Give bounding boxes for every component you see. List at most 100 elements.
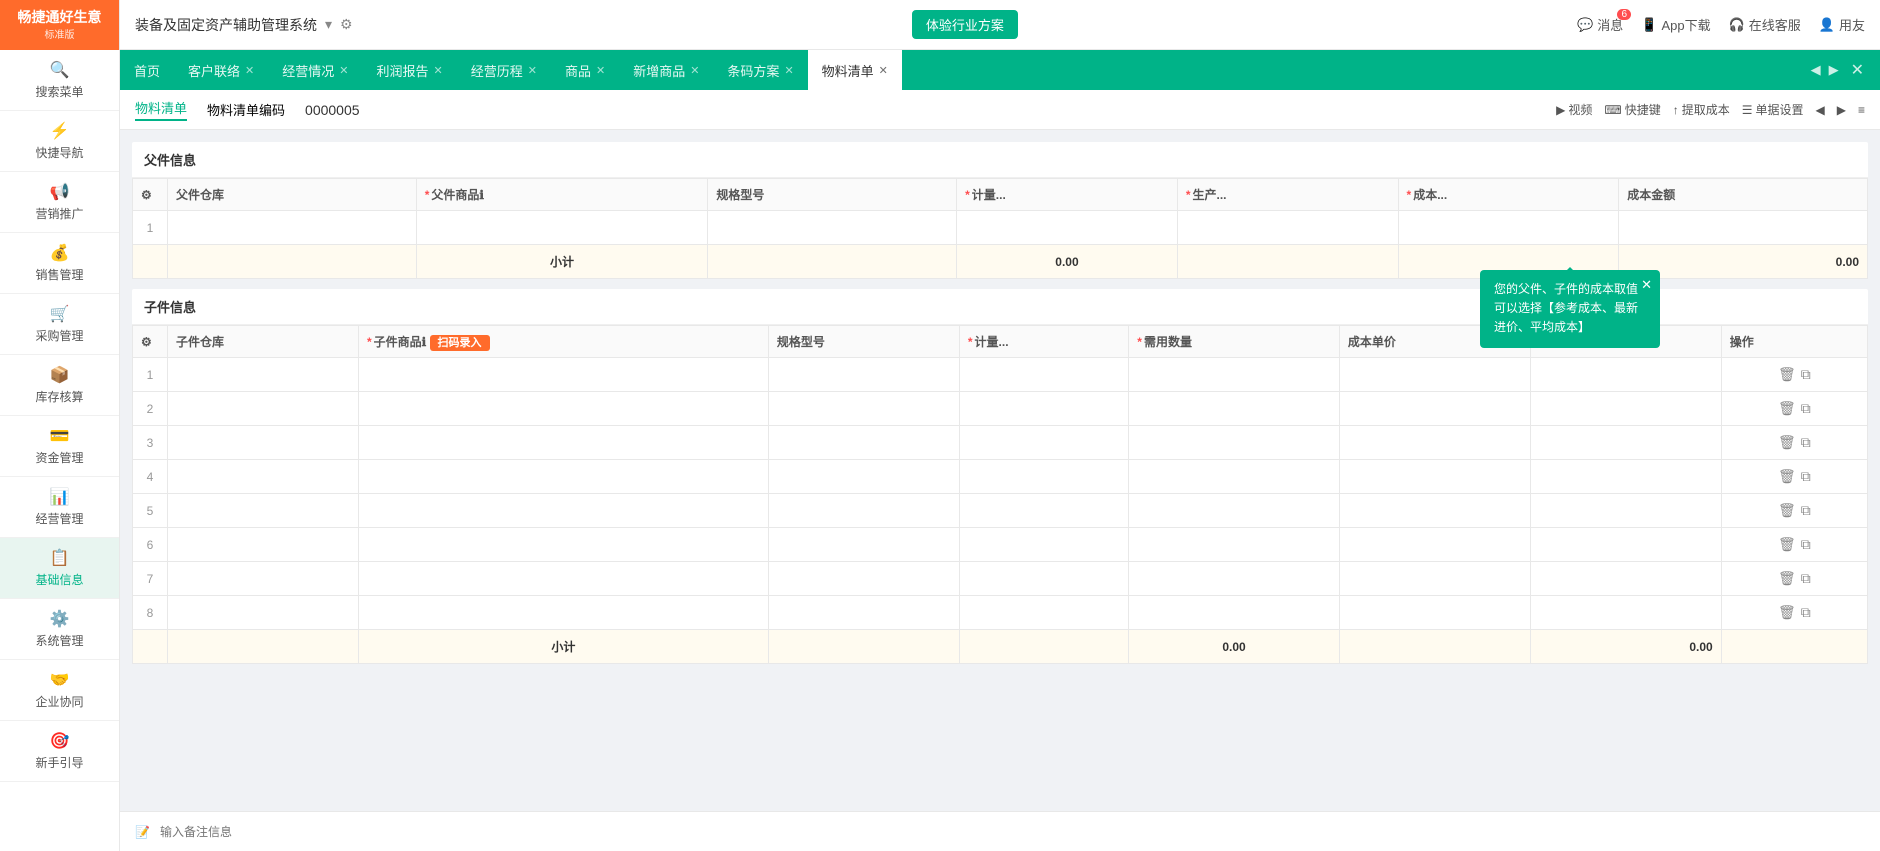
parent-row-warehouse[interactable] — [168, 211, 417, 245]
service-item[interactable]: 🎧 在线客服 — [1729, 15, 1801, 34]
child-row-cost-price-7[interactable] — [1339, 562, 1530, 596]
tab-close-history[interactable]: ✕ — [528, 64, 537, 77]
delete-icon-6[interactable]: 🗑 — [1778, 536, 1796, 553]
child-row-unit-3[interactable] — [959, 426, 1128, 460]
child-row-spec-4[interactable] — [768, 460, 959, 494]
next-record-btn[interactable]: ▶ — [1837, 103, 1846, 117]
tab-close-barcode[interactable]: ✕ — [784, 64, 793, 77]
child-row-unit-6[interactable] — [959, 528, 1128, 562]
child-row-cost-price-2[interactable] — [1339, 392, 1530, 426]
child-row-product-7[interactable] — [358, 562, 768, 596]
child-row-unit-1[interactable] — [959, 358, 1128, 392]
delete-icon-8[interactable]: 🗑 — [1778, 604, 1796, 621]
child-row-unit-4[interactable] — [959, 460, 1128, 494]
sidebar-item-quicknav[interactable]: ⚡ 快捷导航 — [0, 111, 119, 172]
sidebar-item-operation[interactable]: 📊 经营管理 — [0, 477, 119, 538]
parent-col-settings[interactable]: ⚙ — [133, 179, 168, 211]
nav-tab-barcode[interactable]: 条码方案✕ — [713, 50, 807, 90]
user-item[interactable]: 👤 用友 — [1819, 15, 1865, 34]
delete-icon-2[interactable]: 🗑 — [1778, 400, 1796, 417]
child-row-warehouse-6[interactable] — [168, 528, 359, 562]
try-button[interactable]: 体验行业方案 — [912, 10, 1018, 39]
delete-icon-5[interactable]: 🗑 — [1778, 502, 1796, 519]
app-download-item[interactable]: 📱 App下载 — [1641, 15, 1710, 34]
system-title-dropdown[interactable]: ▾ — [325, 16, 332, 33]
sidebar-item-system[interactable]: ⚙️ 系统管理 — [0, 599, 119, 660]
child-row-warehouse-8[interactable] — [168, 596, 359, 630]
tooltip-close-btn[interactable]: ✕ — [1641, 275, 1652, 296]
sidebar-item-marketing[interactable]: 📢 营销推广 — [0, 172, 119, 233]
sub-tab-bom[interactable]: 物料清单 — [135, 98, 187, 121]
child-row-cost-amount-5[interactable] — [1530, 494, 1721, 528]
nav-tab-home[interactable]: 首页 — [120, 50, 174, 90]
child-row-qty-3[interactable] — [1129, 426, 1340, 460]
extract-cost-btn[interactable]: ↑ 提取成本 — [1673, 101, 1730, 118]
copy-icon-7[interactable]: ⧉ — [1801, 570, 1811, 587]
child-row-unit-2[interactable] — [959, 392, 1128, 426]
child-row-spec-1[interactable] — [768, 358, 959, 392]
delete-icon-4[interactable]: 🗑 — [1778, 468, 1796, 485]
child-row-warehouse-1[interactable] — [168, 358, 359, 392]
child-row-product-6[interactable] — [358, 528, 768, 562]
child-row-cost-price-8[interactable] — [1339, 596, 1530, 630]
child-row-warehouse-2[interactable] — [168, 392, 359, 426]
child-row-cost-price-5[interactable] — [1339, 494, 1530, 528]
child-row-cost-amount-1[interactable] — [1530, 358, 1721, 392]
list-view-btn[interactable]: ≡ — [1858, 103, 1865, 117]
nav-tab-bom[interactable]: 物料清单✕ — [808, 50, 902, 90]
copy-icon-6[interactable]: ⧉ — [1801, 536, 1811, 553]
tab-close-product[interactable]: ✕ — [596, 64, 605, 77]
child-row-unit-7[interactable] — [959, 562, 1128, 596]
child-col-settings[interactable]: ⚙ — [133, 326, 168, 358]
child-row-cost-price-4[interactable] — [1339, 460, 1530, 494]
child-row-qty-2[interactable] — [1129, 392, 1340, 426]
parent-row-unit[interactable] — [957, 211, 1178, 245]
scan-btn[interactable]: 扫码录入 — [430, 335, 490, 351]
tab-arrow-right[interactable]: ▶ — [1825, 62, 1843, 78]
nav-tab-customer[interactable]: 客户联络✕ — [174, 50, 268, 90]
sidebar-item-inventory[interactable]: 📦 库存核算 — [0, 355, 119, 416]
prev-record-btn[interactable]: ◀ — [1816, 103, 1825, 117]
child-row-warehouse-4[interactable] — [168, 460, 359, 494]
child-row-product-4[interactable] — [358, 460, 768, 494]
child-row-cost-amount-6[interactable] — [1530, 528, 1721, 562]
child-row-spec-5[interactable] — [768, 494, 959, 528]
tab-close-new_product[interactable]: ✕ — [690, 64, 699, 77]
settings-icon[interactable]: ⚙ — [340, 16, 353, 33]
child-row-spec-3[interactable] — [768, 426, 959, 460]
child-row-spec-2[interactable] — [768, 392, 959, 426]
child-row-cost-amount-4[interactable] — [1530, 460, 1721, 494]
close-all-tabs[interactable]: ✕ — [1843, 60, 1872, 80]
parent-row-cost[interactable] — [1398, 211, 1619, 245]
sidebar-item-purchase[interactable]: 🛒 采购管理 — [0, 294, 119, 355]
child-row-unit-5[interactable] — [959, 494, 1128, 528]
sidebar-item-search[interactable]: 🔍 搜索菜单 — [0, 50, 119, 111]
child-row-cost-amount-7[interactable] — [1530, 562, 1721, 596]
nav-tab-profit[interactable]: 利润报告✕ — [362, 50, 456, 90]
child-row-product-5[interactable] — [358, 494, 768, 528]
shortcut-btn[interactable]: ⌨ 快捷键 — [1604, 101, 1660, 118]
tab-close-bom[interactable]: ✕ — [879, 64, 888, 77]
nav-tab-operation_status[interactable]: 经营情况✕ — [268, 50, 362, 90]
child-row-cost-price-6[interactable] — [1339, 528, 1530, 562]
nav-tab-history[interactable]: 经营历程✕ — [457, 50, 551, 90]
child-row-qty-6[interactable] — [1129, 528, 1340, 562]
child-row-cost-amount-8[interactable] — [1530, 596, 1721, 630]
child-row-product-3[interactable] — [358, 426, 768, 460]
view-video-btn[interactable]: ▶ 视频 — [1556, 101, 1592, 118]
message-icon-item[interactable]: 💬 消息 6 — [1577, 15, 1623, 34]
child-row-product-2[interactable] — [358, 392, 768, 426]
child-row-cost-amount-2[interactable] — [1530, 392, 1721, 426]
parent-row-product[interactable] — [416, 211, 708, 245]
child-row-spec-7[interactable] — [768, 562, 959, 596]
child-row-qty-4[interactable] — [1129, 460, 1340, 494]
child-row-cost-amount-3[interactable] — [1530, 426, 1721, 460]
copy-icon-3[interactable]: ⧉ — [1801, 434, 1811, 451]
tab-close-operation_status[interactable]: ✕ — [339, 64, 348, 77]
delete-icon-1[interactable]: 🗑 — [1778, 366, 1796, 383]
child-row-spec-6[interactable] — [768, 528, 959, 562]
note-input[interactable] — [160, 825, 1865, 839]
child-row-cost-price-3[interactable] — [1339, 426, 1530, 460]
child-row-spec-8[interactable] — [768, 596, 959, 630]
child-row-cost-price-1[interactable] — [1339, 358, 1530, 392]
